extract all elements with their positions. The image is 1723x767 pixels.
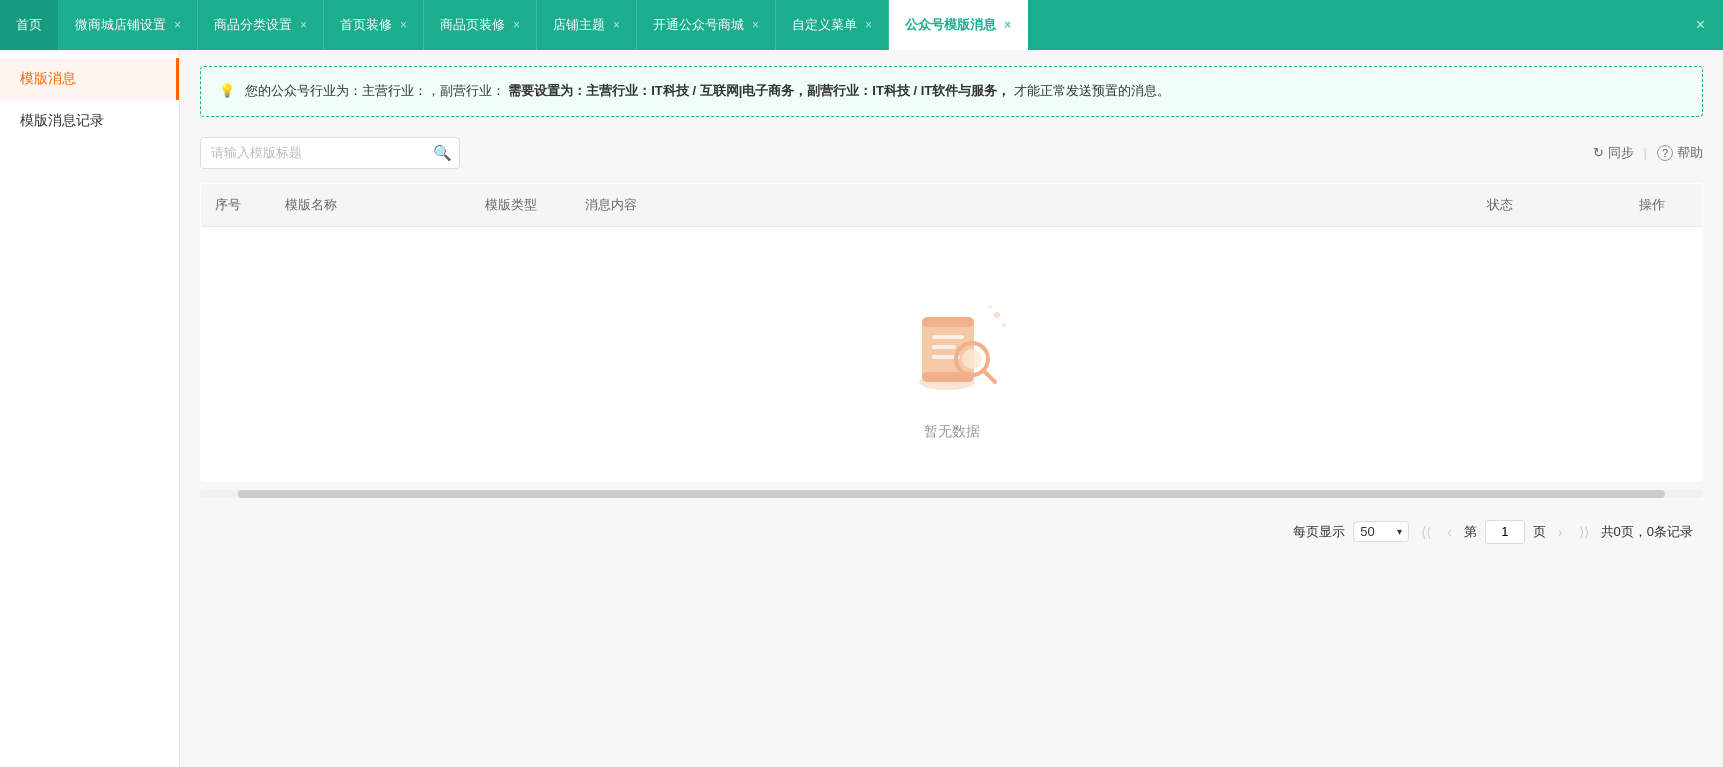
total-records-label: 共0页，0条记录 [1601, 523, 1693, 541]
page-size-dropdown-icon: ▾ [1397, 526, 1402, 537]
svg-rect-4 [932, 335, 964, 339]
notice-box: 💡 您的公众号行业为：主营行业：，副营行业： 需要设置为：主营行业：IT科技 /… [200, 66, 1703, 117]
sidebar: 模版消息 模版消息记录 [0, 50, 180, 767]
search-icon[interactable]: 🔍 [433, 144, 452, 162]
close-open-mall-icon[interactable]: × [752, 18, 759, 32]
col-type: 模版类型 [471, 183, 571, 226]
close-product-page-decor-icon[interactable]: × [513, 18, 520, 32]
tab-template-msg-label: 公众号模版消息 [905, 16, 996, 34]
help-icon: ? [1657, 145, 1673, 161]
tab-product-category-label: 商品分类设置 [214, 16, 292, 34]
tab-custom-menu-label: 自定义菜单 [792, 16, 857, 34]
sync-icon: ↻ [1593, 145, 1604, 160]
tab-custom-menu[interactable]: 自定义菜单 × [776, 0, 889, 50]
notice-text-suffix: 才能正常发送预置的消息。 [1014, 83, 1170, 98]
notice-icon: 💡 [219, 83, 235, 98]
tab-product-page-decor[interactable]: 商品页装修 × [424, 0, 537, 50]
prev-page-button[interactable]: ‹ [1443, 522, 1456, 542]
col-name: 模版名称 [271, 183, 471, 226]
last-page-button[interactable]: ⟩⟩ [1575, 522, 1593, 542]
content-area: 💡 您的公众号行业为：主营行业：，副营行业： 需要设置为：主营行业：IT科技 /… [180, 50, 1723, 767]
search-input[interactable] [200, 137, 460, 169]
svg-point-11 [1002, 323, 1006, 327]
tab-product-page-decor-label: 商品页装修 [440, 16, 505, 34]
main-container: 模版消息 模版消息记录 💡 您的公众号行业为：主营行业：，副营行业： 需要设置为… [0, 50, 1723, 767]
empty-row: 暂无数据 [201, 226, 1703, 481]
tab-store-theme[interactable]: 店铺主题 × [537, 0, 637, 50]
search-bar: 🔍 ↻ 同步 | ? 帮助 [200, 137, 1703, 169]
notice-text-prefix: 您的公众号行业为：主营行业：，副营行业： [245, 83, 505, 98]
page-size-label: 每页显示 [1293, 523, 1345, 541]
tab-homepage-decor[interactable]: 首页装修 × [324, 0, 424, 50]
page-number-input[interactable] [1485, 520, 1525, 544]
close-wshop-settings-icon[interactable]: × [174, 18, 181, 32]
tab-template-msg[interactable]: 公众号模版消息 × [889, 0, 1028, 50]
tab-open-mall[interactable]: 开通公众号商城 × [637, 0, 776, 50]
tab-store-theme-label: 店铺主题 [553, 16, 605, 34]
empty-text: 暂无数据 [201, 423, 1702, 441]
col-status: 状态 [1473, 183, 1603, 226]
svg-rect-5 [932, 345, 956, 349]
close-homepage-decor-icon[interactable]: × [400, 18, 407, 32]
help-button[interactable]: ? 帮助 [1657, 144, 1703, 162]
sidebar-item-template-msg-log[interactable]: 模版消息记录 [0, 100, 179, 142]
sidebar-item-template-msg-log-label: 模版消息记录 [20, 112, 104, 128]
col-index: 序号 [201, 183, 271, 226]
next-page-button[interactable]: › [1554, 522, 1567, 542]
sync-button[interactable]: ↻ 同步 [1593, 144, 1634, 162]
col-content: 消息内容 [571, 183, 1473, 226]
empty-state: 暂无数据 [201, 227, 1702, 481]
svg-point-10 [994, 312, 1000, 318]
close-template-msg-icon[interactable]: × [1004, 18, 1011, 32]
top-nav: 首页 微商城店铺设置 × 商品分类设置 × 首页装修 × 商品页装修 × 店铺主… [0, 0, 1723, 50]
svg-line-9 [983, 370, 995, 382]
close-store-theme-icon[interactable]: × [613, 18, 620, 32]
tab-home[interactable]: 首页 [0, 0, 59, 50]
data-table: 序号 模版名称 模版类型 消息内容 状态 操作 [200, 183, 1703, 482]
close-custom-menu-icon[interactable]: × [865, 18, 872, 32]
sidebar-item-template-msg[interactable]: 模版消息 [0, 58, 179, 100]
page-label-post: 页 [1533, 523, 1546, 541]
tab-home-label: 首页 [16, 16, 42, 34]
horizontal-scrollbar[interactable] [200, 490, 1703, 498]
notice-highlight: 需要设置为：主营行业：IT科技 / 互联网|电子商务，副营行业：IT科技 / I… [508, 83, 1010, 98]
tab-homepage-decor-label: 首页装修 [340, 16, 392, 34]
first-page-button[interactable]: ⟨⟨ [1417, 522, 1435, 542]
page-size-value: 50 [1360, 524, 1374, 539]
toolbar-divider: | [1644, 145, 1647, 160]
tab-wshop-settings-label: 微商城店铺设置 [75, 16, 166, 34]
scrollbar-thumb [238, 490, 1666, 498]
close-product-category-icon[interactable]: × [300, 18, 307, 32]
svg-rect-2 [922, 317, 974, 327]
page-label-pre: 第 [1464, 523, 1477, 541]
tab-open-mall-label: 开通公众号商城 [653, 16, 744, 34]
tab-product-category[interactable]: 商品分类设置 × [198, 0, 324, 50]
pagination-bar: 每页显示 50 ▾ ⟨⟨ ‹ 第 页 › ⟩⟩ 共0页，0条记录 [200, 506, 1703, 544]
close-all-button[interactable]: × [1678, 16, 1723, 34]
svg-point-12 [988, 305, 992, 309]
toolbar-right: ↻ 同步 | ? 帮助 [1593, 144, 1703, 162]
table-header-row: 序号 模版名称 模版类型 消息内容 状态 操作 [201, 183, 1703, 226]
sync-label: 同步 [1608, 144, 1634, 162]
page-size-select[interactable]: 50 ▾ [1353, 521, 1409, 542]
help-label: 帮助 [1677, 144, 1703, 162]
col-action: 操作 [1603, 183, 1703, 226]
tab-wshop-settings[interactable]: 微商城店铺设置 × [59, 0, 198, 50]
svg-point-8 [962, 349, 982, 369]
search-input-wrap: 🔍 [200, 137, 460, 169]
empty-illustration [892, 287, 1012, 407]
sidebar-item-template-msg-label: 模版消息 [20, 70, 76, 86]
